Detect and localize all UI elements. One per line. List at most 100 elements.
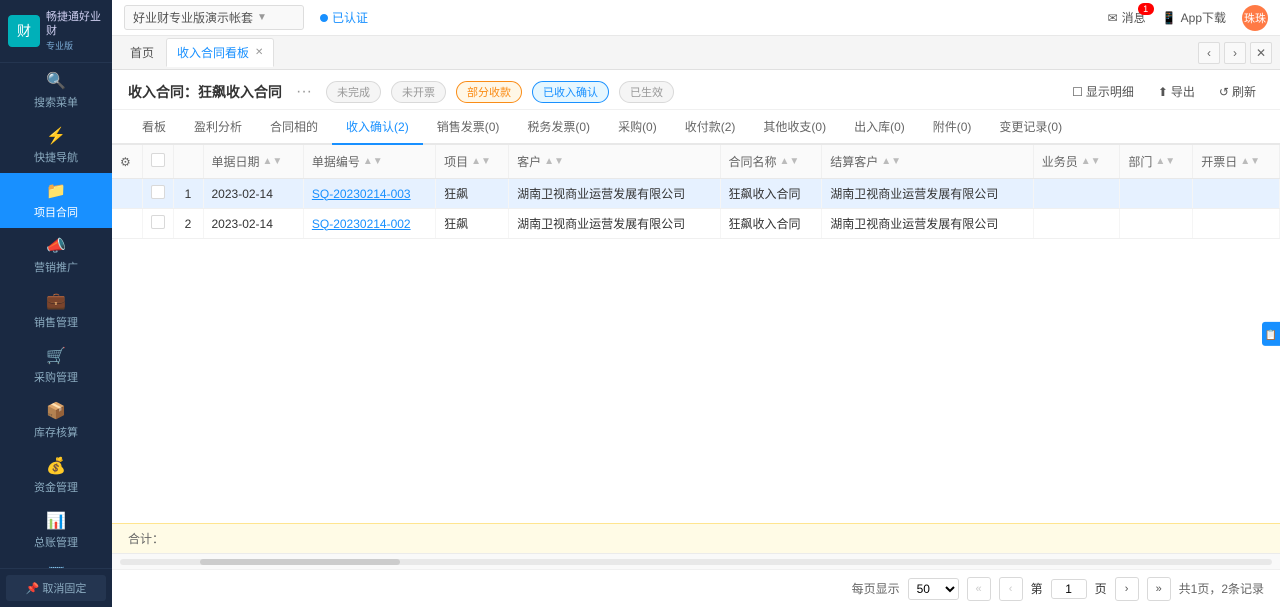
tab-kanban-label: 看板 xyxy=(142,120,166,134)
sidebar-item-quick-nav[interactable]: ⚡ 快捷导航 xyxy=(0,118,112,173)
sidebar-item-marketing[interactable]: 📣 营销推广 xyxy=(0,228,112,283)
logo-icon: 财 xyxy=(8,15,40,47)
avatar-text: 珠珠 xyxy=(1244,10,1266,26)
next-page-button[interactable]: › xyxy=(1115,577,1139,601)
project-column-header[interactable]: 项目 ▲▼ xyxy=(436,145,509,179)
per-page-select[interactable]: 50 100 200 xyxy=(908,578,959,600)
tab-home[interactable]: 首页 xyxy=(120,39,164,66)
status-uninvoiced[interactable]: 未开票 xyxy=(391,81,446,103)
tab-sales-invoice[interactable]: 销售发票(0) xyxy=(423,110,514,145)
select-all-checkbox[interactable] xyxy=(151,153,165,167)
code-sort[interactable]: 单据编号 ▲▼ xyxy=(312,153,427,170)
tab-profit[interactable]: 盈利分析 xyxy=(180,110,256,145)
tab-kanban[interactable]: 看板 xyxy=(128,110,180,145)
sidebar-marketing-label: 营销推广 xyxy=(34,259,78,275)
tab-other-income[interactable]: 其他收支(0) xyxy=(749,110,840,145)
tab-receipts[interactable]: 收付款(2) xyxy=(671,110,750,145)
sidebar-item-general-ledger[interactable]: 📊 总账管理 xyxy=(0,503,112,558)
tab-close-icon[interactable]: ✕ xyxy=(255,47,263,58)
first-page-button[interactable]: « xyxy=(967,577,991,601)
export-button[interactable]: ⬆ 导出 xyxy=(1150,80,1203,103)
tabbar: 首页 收入合同看板 ✕ ‹ › ✕ xyxy=(112,36,1280,70)
user-avatar[interactable]: 珠珠 xyxy=(1242,5,1268,31)
dept-sort[interactable]: 部门 ▲▼ xyxy=(1128,153,1184,170)
sidebar-item-invoice-mgmt[interactable]: 🧾 发票管理 xyxy=(0,558,112,568)
sidebar-item-inventory[interactable]: 📦 库存核算 xyxy=(0,393,112,448)
message-button[interactable]: ✉ 消息 1 xyxy=(1108,9,1146,26)
tab-revenue-confirm[interactable]: 收入确认(2) xyxy=(332,110,423,145)
row2-select-checkbox[interactable] xyxy=(151,215,165,229)
tab-contract-board[interactable]: 收入合同看板 ✕ xyxy=(166,38,274,67)
row2-checkbox[interactable] xyxy=(142,209,173,239)
contract-column-header[interactable]: 合同名称 ▲▼ xyxy=(720,145,822,179)
tab-next-button[interactable]: › xyxy=(1224,42,1246,64)
contract-sort-icon: ▲▼ xyxy=(780,157,800,167)
tab-contract-related[interactable]: 合同相的 xyxy=(256,110,332,145)
row1-project: 狂飙 xyxy=(436,179,509,209)
horizontal-scrollbar[interactable] xyxy=(112,553,1280,569)
contract-sort[interactable]: 合同名称 ▲▼ xyxy=(729,153,814,170)
scrollbar-thumb[interactable] xyxy=(200,559,400,565)
tab-navigation: ‹ › ✕ xyxy=(1198,42,1272,64)
row1-num: 1 xyxy=(173,179,203,209)
row2-code-link[interactable]: SQ-20230214-002 xyxy=(312,217,411,231)
tab-tax-invoice[interactable]: 税务发票(0) xyxy=(513,110,604,145)
tab-warehouse[interactable]: 出入库(0) xyxy=(840,110,919,145)
result-customer-sort[interactable]: 结算客户 ▲▼ xyxy=(830,153,1024,170)
footer-total-label: 合计： xyxy=(128,530,164,547)
tab-prev-button[interactable]: ‹ xyxy=(1198,42,1220,64)
settings-column-header[interactable]: ⚙ xyxy=(112,145,142,179)
company-selector[interactable]: 好业财专业版演示帐套 ▼ xyxy=(124,5,304,30)
more-options-button[interactable]: ··· xyxy=(292,83,316,101)
main-area: 好业财专业版演示帐套 ▼ 已认证 ✉ 消息 1 📱 App下载 珠珠 首页 xyxy=(112,0,1280,607)
tab-purchase[interactable]: 采购(0) xyxy=(604,110,671,145)
table-row[interactable]: 2 2023-02-14 SQ-20230214-002 狂飙 湖南卫视商业运营… xyxy=(112,209,1280,239)
salesman-column-header[interactable]: 业务员 ▲▼ xyxy=(1033,145,1120,179)
sidebar-item-funds[interactable]: 💰 资金管理 xyxy=(0,448,112,503)
sidebar-inventory-label: 库存核算 xyxy=(34,424,78,440)
checkbox-column-header[interactable] xyxy=(142,145,173,179)
date-sort[interactable]: 单据日期 ▲▼ xyxy=(212,153,295,170)
result-customer-column-header[interactable]: 结算客户 ▲▼ xyxy=(822,145,1033,179)
status-incomplete[interactable]: 未完成 xyxy=(326,81,381,103)
code-column-header[interactable]: 单据编号 ▲▼ xyxy=(303,145,435,179)
tab-related-label: 合同相的 xyxy=(270,120,318,134)
sidebar-item-search[interactable]: 🔍 搜索菜单 xyxy=(0,63,112,118)
sidebar-item-project-contract[interactable]: 📁 项目合同 xyxy=(0,173,112,228)
customer-sort[interactable]: 客户 ▲▼ xyxy=(517,153,711,170)
certified-text: 已认证 xyxy=(332,9,368,26)
tab-attachments[interactable]: 附件(0) xyxy=(919,110,986,145)
last-page-button[interactable]: » xyxy=(1147,577,1171,601)
refresh-button[interactable]: ↺ 刷新 xyxy=(1211,80,1264,103)
row1-code[interactable]: SQ-20230214-003 xyxy=(303,179,435,209)
sidebar-item-purchase[interactable]: 🛒 采购管理 xyxy=(0,338,112,393)
row1-checkbox[interactable] xyxy=(142,179,173,209)
app-download-button[interactable]: 📱 App下载 xyxy=(1162,9,1226,26)
status-confirmed[interactable]: 已收入确认 xyxy=(532,81,609,103)
salesman-sort[interactable]: 业务员 ▲▼ xyxy=(1042,153,1112,170)
unpin-button[interactable]: 📌 取消固定 xyxy=(6,575,106,601)
customer-column-header[interactable]: 客户 ▲▼ xyxy=(509,145,720,179)
status-effective[interactable]: 已生效 xyxy=(619,81,674,103)
date-column-header[interactable]: 单据日期 ▲▼ xyxy=(203,145,303,179)
logo-text-block: 畅捷通好业财 专业版 xyxy=(46,10,104,52)
annotation-button[interactable]: 📋 xyxy=(1262,322,1280,346)
row1-code-link[interactable]: SQ-20230214-003 xyxy=(312,187,411,201)
status-partial-receipt[interactable]: 部分收款 xyxy=(456,81,522,103)
row2-code[interactable]: SQ-20230214-002 xyxy=(303,209,435,239)
tab-revenue-label: 收入确认(2) xyxy=(346,120,409,134)
invoice-date-column-header[interactable]: 开票日 ▲▼ xyxy=(1193,145,1280,179)
sidebar-item-sales[interactable]: 💼 销售管理 xyxy=(0,283,112,338)
sidebar-purchase-label: 采购管理 xyxy=(34,369,78,385)
project-sort[interactable]: 项目 ▲▼ xyxy=(444,153,500,170)
invoice-date-sort[interactable]: 开票日 ▲▼ xyxy=(1201,153,1271,170)
table-row[interactable]: 1 2023-02-14 SQ-20230214-003 狂飙 湖南卫视商业运营… xyxy=(112,179,1280,209)
page-number-input[interactable] xyxy=(1051,579,1087,599)
row1-select-checkbox[interactable] xyxy=(151,185,165,199)
tab-close-button[interactable]: ✕ xyxy=(1250,42,1272,64)
tab-change-log[interactable]: 变更记录(0) xyxy=(985,110,1076,145)
inventory-icon: 📦 xyxy=(46,401,66,421)
prev-page-button[interactable]: ‹ xyxy=(999,577,1023,601)
show-detail-toggle[interactable]: ☐ 显示明细 xyxy=(1064,80,1142,103)
dept-column-header[interactable]: 部门 ▲▼ xyxy=(1120,145,1193,179)
